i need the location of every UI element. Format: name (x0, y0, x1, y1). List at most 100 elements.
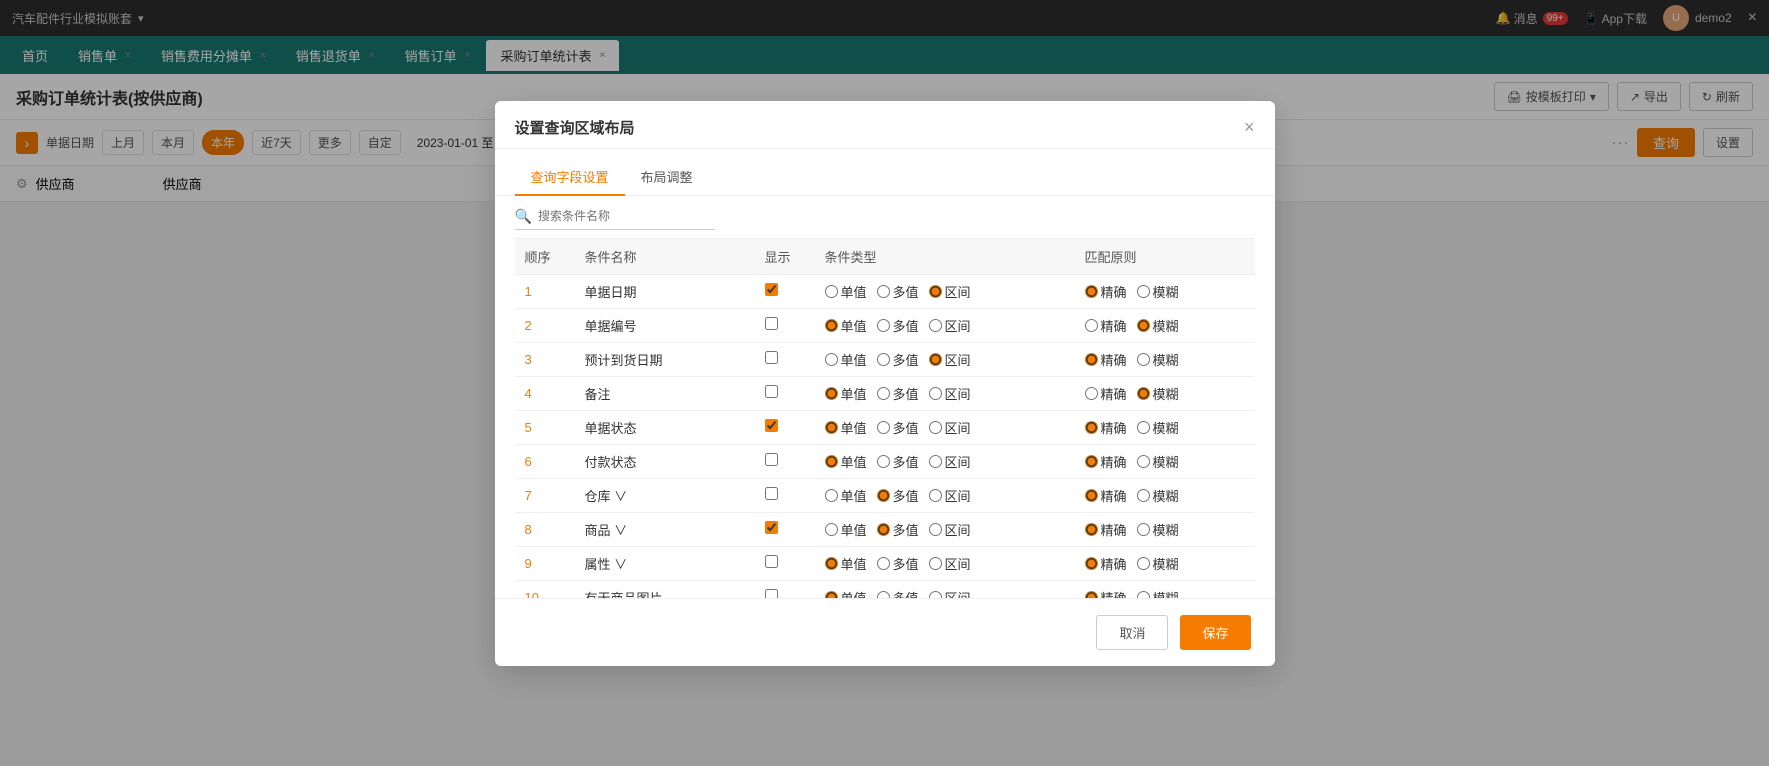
type-radio-单值[interactable] (825, 319, 838, 332)
match-radio-模糊[interactable] (1137, 319, 1150, 332)
type-radio-多值[interactable] (877, 285, 890, 298)
match-radio-精确[interactable] (1085, 557, 1098, 570)
type-radio-区间[interactable] (929, 489, 942, 502)
match-radio-精确[interactable] (1085, 591, 1098, 598)
match-radio-精确[interactable] (1085, 353, 1098, 366)
type-radio-区间[interactable] (929, 285, 942, 298)
type-radio-单值[interactable] (825, 455, 838, 468)
row-display (755, 274, 815, 308)
display-checkbox[interactable] (765, 521, 778, 534)
row-display (755, 580, 815, 598)
dialog-close-button[interactable]: × (1244, 117, 1255, 138)
type-radio-区间[interactable] (929, 421, 942, 434)
type-radio-单值[interactable] (825, 421, 838, 434)
display-checkbox[interactable] (765, 283, 778, 296)
type-radio-单值[interactable] (825, 353, 838, 366)
match-radio-模糊[interactable] (1137, 557, 1150, 570)
type-radio-多值[interactable] (877, 387, 890, 400)
row-type: 单值多值区间 (815, 444, 1075, 478)
table-row: 7仓库 ∨单值多值区间精确模糊 (515, 478, 1255, 512)
type-radio-多值[interactable] (877, 523, 890, 536)
match-radio-精确[interactable] (1085, 489, 1098, 502)
row-display (755, 478, 815, 512)
row-name: 单据状态 (575, 410, 755, 444)
row-name: 付款状态 (575, 444, 755, 478)
table-row: 5单据状态单值多值区间精确模糊 (515, 410, 1255, 444)
type-radio-多值[interactable] (877, 557, 890, 570)
search-input[interactable] (538, 209, 698, 223)
display-checkbox[interactable] (765, 385, 778, 398)
type-radio-单值[interactable] (825, 591, 838, 598)
table-row: 6付款状态单值多值区间精确模糊 (515, 444, 1255, 478)
dialog-title: 设置查询区域布局 (515, 117, 635, 138)
match-radio-模糊[interactable] (1137, 523, 1150, 536)
table-row: 10有无商品图片单值多值区间精确模糊 (515, 580, 1255, 598)
type-radio-单值[interactable] (825, 387, 838, 400)
type-radio-多值[interactable] (877, 353, 890, 366)
row-seq: 5 (515, 410, 575, 444)
match-radio-精确[interactable] (1085, 455, 1098, 468)
type-radio-区间[interactable] (929, 591, 942, 598)
type-radio-多值[interactable] (877, 319, 890, 332)
type-radio-区间[interactable] (929, 523, 942, 536)
display-checkbox[interactable] (765, 487, 778, 500)
row-type: 单值多值区间 (815, 274, 1075, 308)
dialog-tab-layout[interactable]: 布局调整 (625, 159, 709, 196)
row-seq: 1 (515, 274, 575, 308)
type-radio-区间[interactable] (929, 319, 942, 332)
row-display (755, 546, 815, 580)
display-checkbox[interactable] (765, 555, 778, 568)
type-radio-多值[interactable] (877, 455, 890, 468)
cancel-button[interactable]: 取消 (1096, 615, 1168, 650)
row-seq: 2 (515, 308, 575, 342)
row-type: 单值多值区间 (815, 580, 1075, 598)
match-radio-模糊[interactable] (1137, 489, 1150, 502)
type-radio-多值[interactable] (877, 591, 890, 598)
match-radio-精确[interactable] (1085, 523, 1098, 536)
row-name: 备注 (575, 376, 755, 410)
row-display (755, 308, 815, 342)
row-name: 商品 ∨ (575, 512, 755, 546)
dialog-header: 设置查询区域布局 × (495, 101, 1275, 149)
type-radio-区间[interactable] (929, 387, 942, 400)
match-radio-精确[interactable] (1085, 319, 1098, 332)
type-radio-多值[interactable] (877, 421, 890, 434)
match-radio-模糊[interactable] (1137, 387, 1150, 400)
match-radio-模糊[interactable] (1137, 353, 1150, 366)
type-radio-区间[interactable] (929, 353, 942, 366)
match-radio-模糊[interactable] (1137, 285, 1150, 298)
type-radio-多值[interactable] (877, 489, 890, 502)
display-checkbox[interactable] (765, 351, 778, 364)
match-radio-模糊[interactable] (1137, 421, 1150, 434)
type-radio-区间[interactable] (929, 455, 942, 468)
dialog-tab-fields[interactable]: 查询字段设置 (515, 159, 625, 196)
match-radio-精确[interactable] (1085, 387, 1098, 400)
type-radio-单值[interactable] (825, 285, 838, 298)
display-checkbox[interactable] (765, 453, 778, 466)
type-radio-单值[interactable] (825, 557, 838, 570)
type-radio-单值[interactable] (825, 523, 838, 536)
row-match: 精确模糊 (1075, 342, 1255, 376)
type-radio-单值[interactable] (825, 489, 838, 502)
row-seq: 7 (515, 478, 575, 512)
type-radio-区间[interactable] (929, 557, 942, 570)
row-seq: 3 (515, 342, 575, 376)
save-button[interactable]: 保存 (1180, 615, 1250, 650)
th-type: 条件类型 (815, 238, 1075, 274)
table-row: 3预计到货日期单值多值区间精确模糊 (515, 342, 1255, 376)
display-checkbox[interactable] (765, 419, 778, 432)
display-checkbox[interactable] (765, 589, 778, 598)
match-radio-模糊[interactable] (1137, 455, 1150, 468)
match-radio-精确[interactable] (1085, 285, 1098, 298)
search-icon: 🔍 (515, 208, 532, 225)
row-match: 精确模糊 (1075, 308, 1255, 342)
display-checkbox[interactable] (765, 317, 778, 330)
row-match: 精确模糊 (1075, 478, 1255, 512)
row-display (755, 512, 815, 546)
match-radio-精确[interactable] (1085, 421, 1098, 434)
row-match: 精确模糊 (1075, 274, 1255, 308)
row-seq: 4 (515, 376, 575, 410)
row-match: 精确模糊 (1075, 546, 1255, 580)
match-radio-模糊[interactable] (1137, 591, 1150, 598)
row-type: 单值多值区间 (815, 376, 1075, 410)
